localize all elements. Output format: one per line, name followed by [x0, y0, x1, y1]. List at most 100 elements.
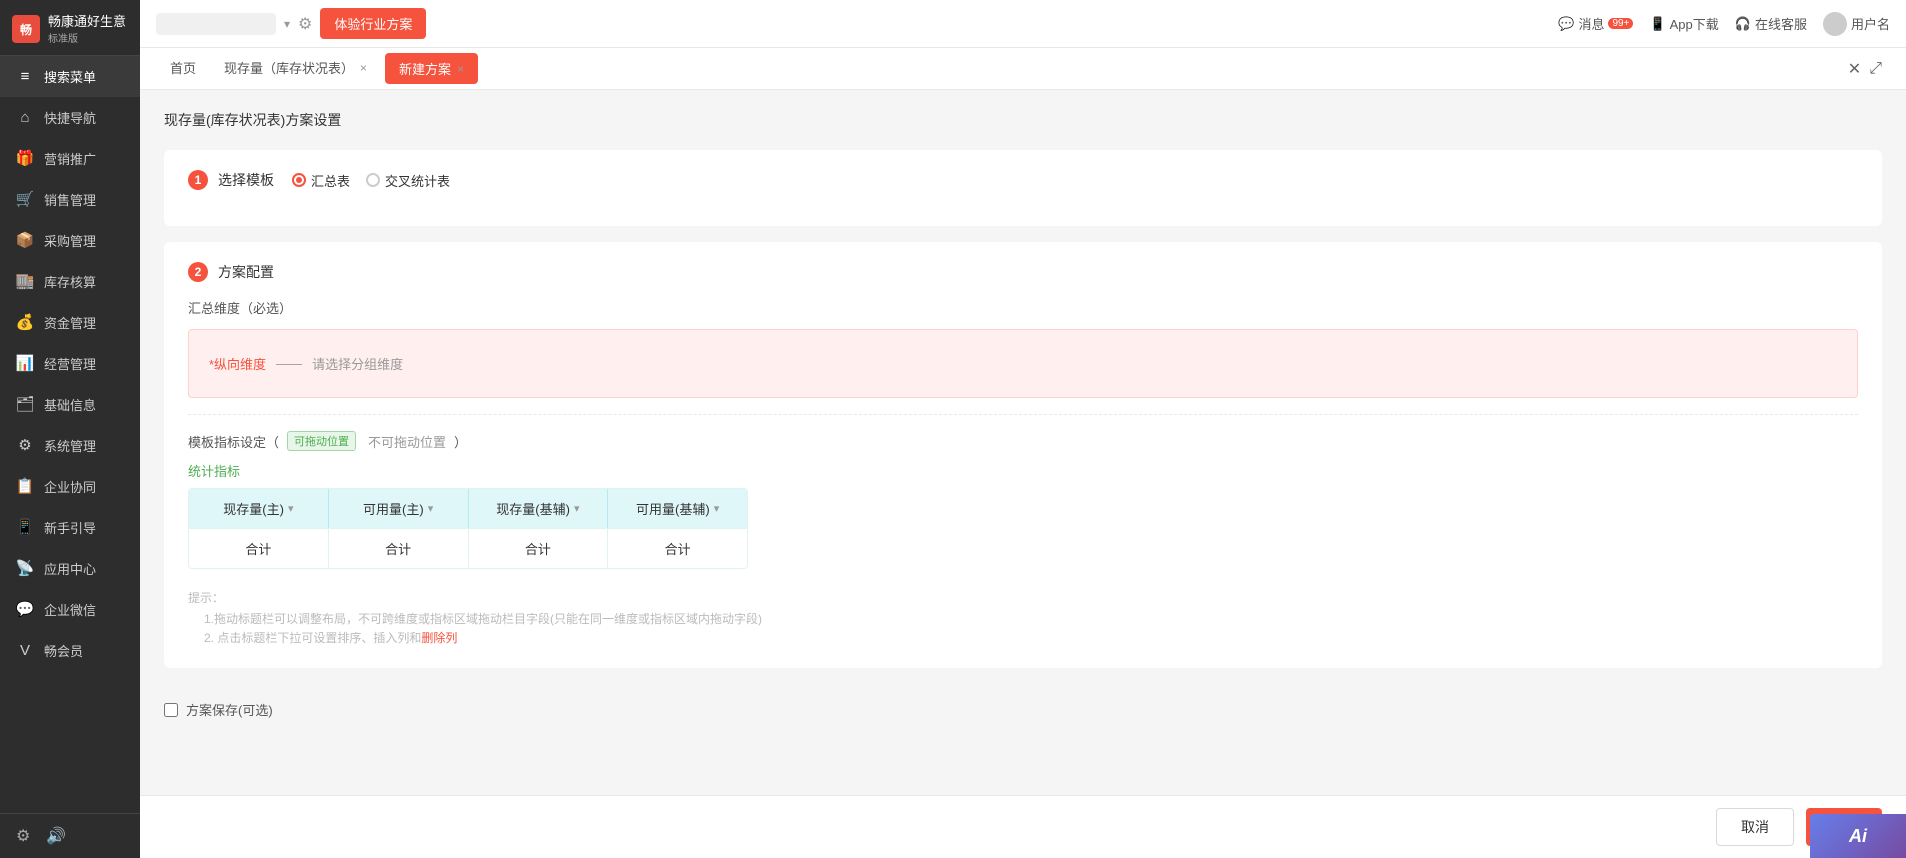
section-plan-config: 2 方案配置 汇总维度（必选） *纵向维度 —— 请选择分组维度 模板指标设定（… — [164, 242, 1882, 668]
dimension-inner: *纵向维度 —— 请选择分组维度 — [209, 354, 1837, 373]
section2-header: 2 方案配置 — [188, 262, 1858, 282]
sidebar: 畅 畅康通好生意 标准版 ≡ 搜索菜单 ⌂ 快捷导航 🎁 营销推广 🛒 销售管理… — [0, 0, 140, 858]
logo-text: 畅康通好生意 标准版 — [48, 14, 126, 45]
radio-cross-dot — [366, 173, 380, 187]
sidebar-item-business[interactable]: 📊 经营管理 — [0, 343, 140, 384]
message-icon: 💬 — [1558, 16, 1574, 32]
sidebar-item-corp-wx[interactable]: 💬 企业微信 — [0, 589, 140, 630]
store-icon: 🏬 — [16, 272, 34, 290]
topbar-dropdown-arrow[interactable]: ▾ — [284, 17, 290, 31]
mobile-icon: 📱 — [16, 518, 34, 536]
sidebar-logo: 畅 畅康通好生意 标准版 — [0, 0, 140, 56]
box-icon: 📦 — [16, 231, 34, 249]
table-row: 合计 合计 合计 合计 — [189, 528, 747, 568]
col-header-2[interactable]: 现存量(基辅) ▾ — [469, 489, 609, 528]
col-header-1[interactable]: 可用量(主) ▾ — [329, 489, 469, 528]
save-option: 方案保存(可选) — [164, 684, 1882, 735]
settings-bottom-icon[interactable]: ⚙ — [16, 826, 30, 846]
cell-0-3: 合计 — [608, 529, 747, 568]
dimension-required-area: *纵向维度 —— 请选择分组维度 — [188, 329, 1858, 398]
indicator-label: 模板指标设定（ 可拖动位置 不可拖动位置 ） — [188, 431, 1858, 451]
stats-label: 统计指标 — [188, 461, 1858, 480]
window-controls: ✕ ⤢ — [1840, 59, 1890, 79]
home-icon: ⌂ — [16, 108, 34, 126]
tab-new-plan[interactable]: 新建方案 × — [385, 53, 478, 84]
sidebar-item-finance[interactable]: 💰 资金管理 — [0, 302, 140, 343]
hint-highlight: 删除列 — [421, 631, 457, 645]
col3-dropdown-icon: ▾ — [714, 502, 720, 515]
search-icon: ≡ — [16, 67, 34, 85]
message-button[interactable]: 💬 消息 99+ — [1558, 14, 1633, 33]
tabbar: 首页 现存量（库存状况表） × 新建方案 × ✕ ⤢ — [140, 48, 1906, 90]
industry-plan-button[interactable]: 体验行业方案 — [320, 8, 426, 39]
ai-badge[interactable]: Ai — [1810, 814, 1906, 858]
draggable-badge: 可拖动位置 — [287, 431, 356, 451]
sidebar-item-app-center[interactable]: 📡 应用中心 — [0, 548, 140, 589]
stats-table-header: 现存量(主) ▾ 可用量(主) ▾ 现存量(基辅) ▾ — [189, 489, 747, 528]
user-avatar — [1823, 12, 1847, 36]
wechat-icon: 💬 — [16, 600, 34, 618]
logo-icon: 畅 — [12, 15, 40, 43]
sidebar-bottom: ⚙ 🔊 — [0, 813, 140, 858]
col1-dropdown-icon: ▾ — [428, 502, 434, 515]
sidebar-item-corp[interactable]: 📋 企业协同 — [0, 466, 140, 507]
section1-title: 选择模板 — [218, 170, 274, 190]
sidebar-item-system[interactable]: ⚙ 系统管理 — [0, 425, 140, 466]
dim-required-label: *纵向维度 — [209, 354, 266, 373]
radio-summary[interactable]: 汇总表 — [292, 171, 350, 190]
save-checkbox[interactable] — [164, 703, 178, 717]
topbar-gear-icon[interactable]: ⚙ — [298, 14, 312, 34]
cell-0-1: 合计 — [329, 529, 469, 568]
tab-inventory-close-icon[interactable]: × — [360, 61, 367, 75]
sidebar-item-member[interactable]: V 畅会员 — [0, 630, 140, 671]
cell-0-2: 合计 — [469, 529, 609, 568]
hint-title: 提示： — [188, 589, 1858, 606]
dim-select-placeholder[interactable]: 请选择分组维度 — [312, 354, 403, 373]
chart-icon: 📊 — [16, 354, 34, 372]
online-service-button[interactable]: 🎧 在线客服 — [1735, 14, 1807, 33]
folder-icon: 🗂 — [16, 395, 34, 413]
col2-dropdown-icon: ▾ — [574, 502, 580, 515]
topbar-right: 💬 消息 99+ 📱 App下载 🎧 在线客服 用户名 — [1558, 12, 1890, 36]
content-area: 现存量(库存状况表)方案设置 1 选择模板 汇总表 交叉统计表 — [140, 90, 1906, 795]
tab-new-close-icon[interactable]: × — [457, 62, 464, 76]
save-label: 方案保存(可选) — [186, 700, 273, 719]
topbar: ▾ ⚙ 体验行业方案 💬 消息 99+ 📱 App下载 🎧 在线客服 用户名 — [140, 0, 1906, 48]
col-header-3[interactable]: 可用量(基辅) ▾ — [608, 489, 747, 528]
close-window-icon[interactable]: ✕ — [1848, 59, 1861, 79]
sidebar-item-sales[interactable]: 🛒 销售管理 — [0, 179, 140, 220]
tab-inventory-status[interactable]: 现存量（库存状况表） × — [210, 48, 381, 89]
hint-section: 提示： 1.拖动标题栏可以调整布局，不可跨维度或指标区域拖动栏目字段(只能在同一… — [188, 589, 1858, 646]
sidebar-nav: ≡ 搜索菜单 ⌂ 快捷导航 🎁 营销推广 🛒 销售管理 📦 采购管理 🏬 库存核… — [0, 56, 140, 813]
sidebar-item-quick-nav[interactable]: ⌂ 快捷导航 — [0, 97, 140, 138]
headset-icon: 🎧 — [1735, 16, 1751, 32]
col-header-0[interactable]: 现存量(主) ▾ — [189, 489, 329, 528]
hint-item-0: 1.拖动标题栏可以调整布局，不可跨维度或指标区域拖动栏目字段(只能在同一维度或指… — [204, 610, 1858, 627]
sidebar-item-search-menu[interactable]: ≡ 搜索菜单 — [0, 56, 140, 97]
money-icon: 💰 — [16, 313, 34, 331]
section2-number: 2 — [188, 262, 208, 282]
sidebar-item-inventory[interactable]: 🏬 库存核算 — [0, 261, 140, 302]
radio-cross[interactable]: 交叉统计表 — [366, 171, 450, 190]
maximize-window-icon[interactable]: ⤢ — [1869, 60, 1882, 78]
member-icon: V — [16, 641, 34, 659]
sidebar-item-newbie[interactable]: 📱 新手引导 — [0, 507, 140, 548]
section1-header: 1 选择模板 汇总表 交叉统计表 — [188, 170, 1858, 190]
gift-icon: 🎁 — [16, 149, 34, 167]
template-radio-group: 汇总表 交叉统计表 — [292, 171, 450, 190]
hint-item-1: 2. 点击标题栏下拉可设置排序、插入列和删除列 — [204, 629, 1858, 646]
stats-table: 现存量(主) ▾ 可用量(主) ▾ 现存量(基辅) ▾ — [188, 488, 748, 569]
topbar-search-input[interactable] — [156, 13, 276, 35]
sidebar-item-purchase[interactable]: 📦 采购管理 — [0, 220, 140, 261]
divider — [188, 414, 1858, 415]
app-download-button[interactable]: 📱 App下载 — [1649, 14, 1718, 33]
cancel-button[interactable]: 取消 — [1716, 808, 1794, 846]
radio-summary-dot — [292, 173, 306, 187]
sidebar-item-basic-info[interactable]: 🗂 基础信息 — [0, 384, 140, 425]
col0-dropdown-icon: ▾ — [288, 502, 294, 515]
tab-home[interactable]: 首页 — [156, 48, 210, 89]
sidebar-item-marketing[interactable]: 🎁 营销推广 — [0, 138, 140, 179]
indicator-setting: 模板指标设定（ 可拖动位置 不可拖动位置 ） 统计指标 现存量(主) ▾ — [188, 431, 1858, 569]
sound-bottom-icon[interactable]: 🔊 — [46, 826, 66, 846]
user-info[interactable]: 用户名 — [1823, 12, 1890, 36]
